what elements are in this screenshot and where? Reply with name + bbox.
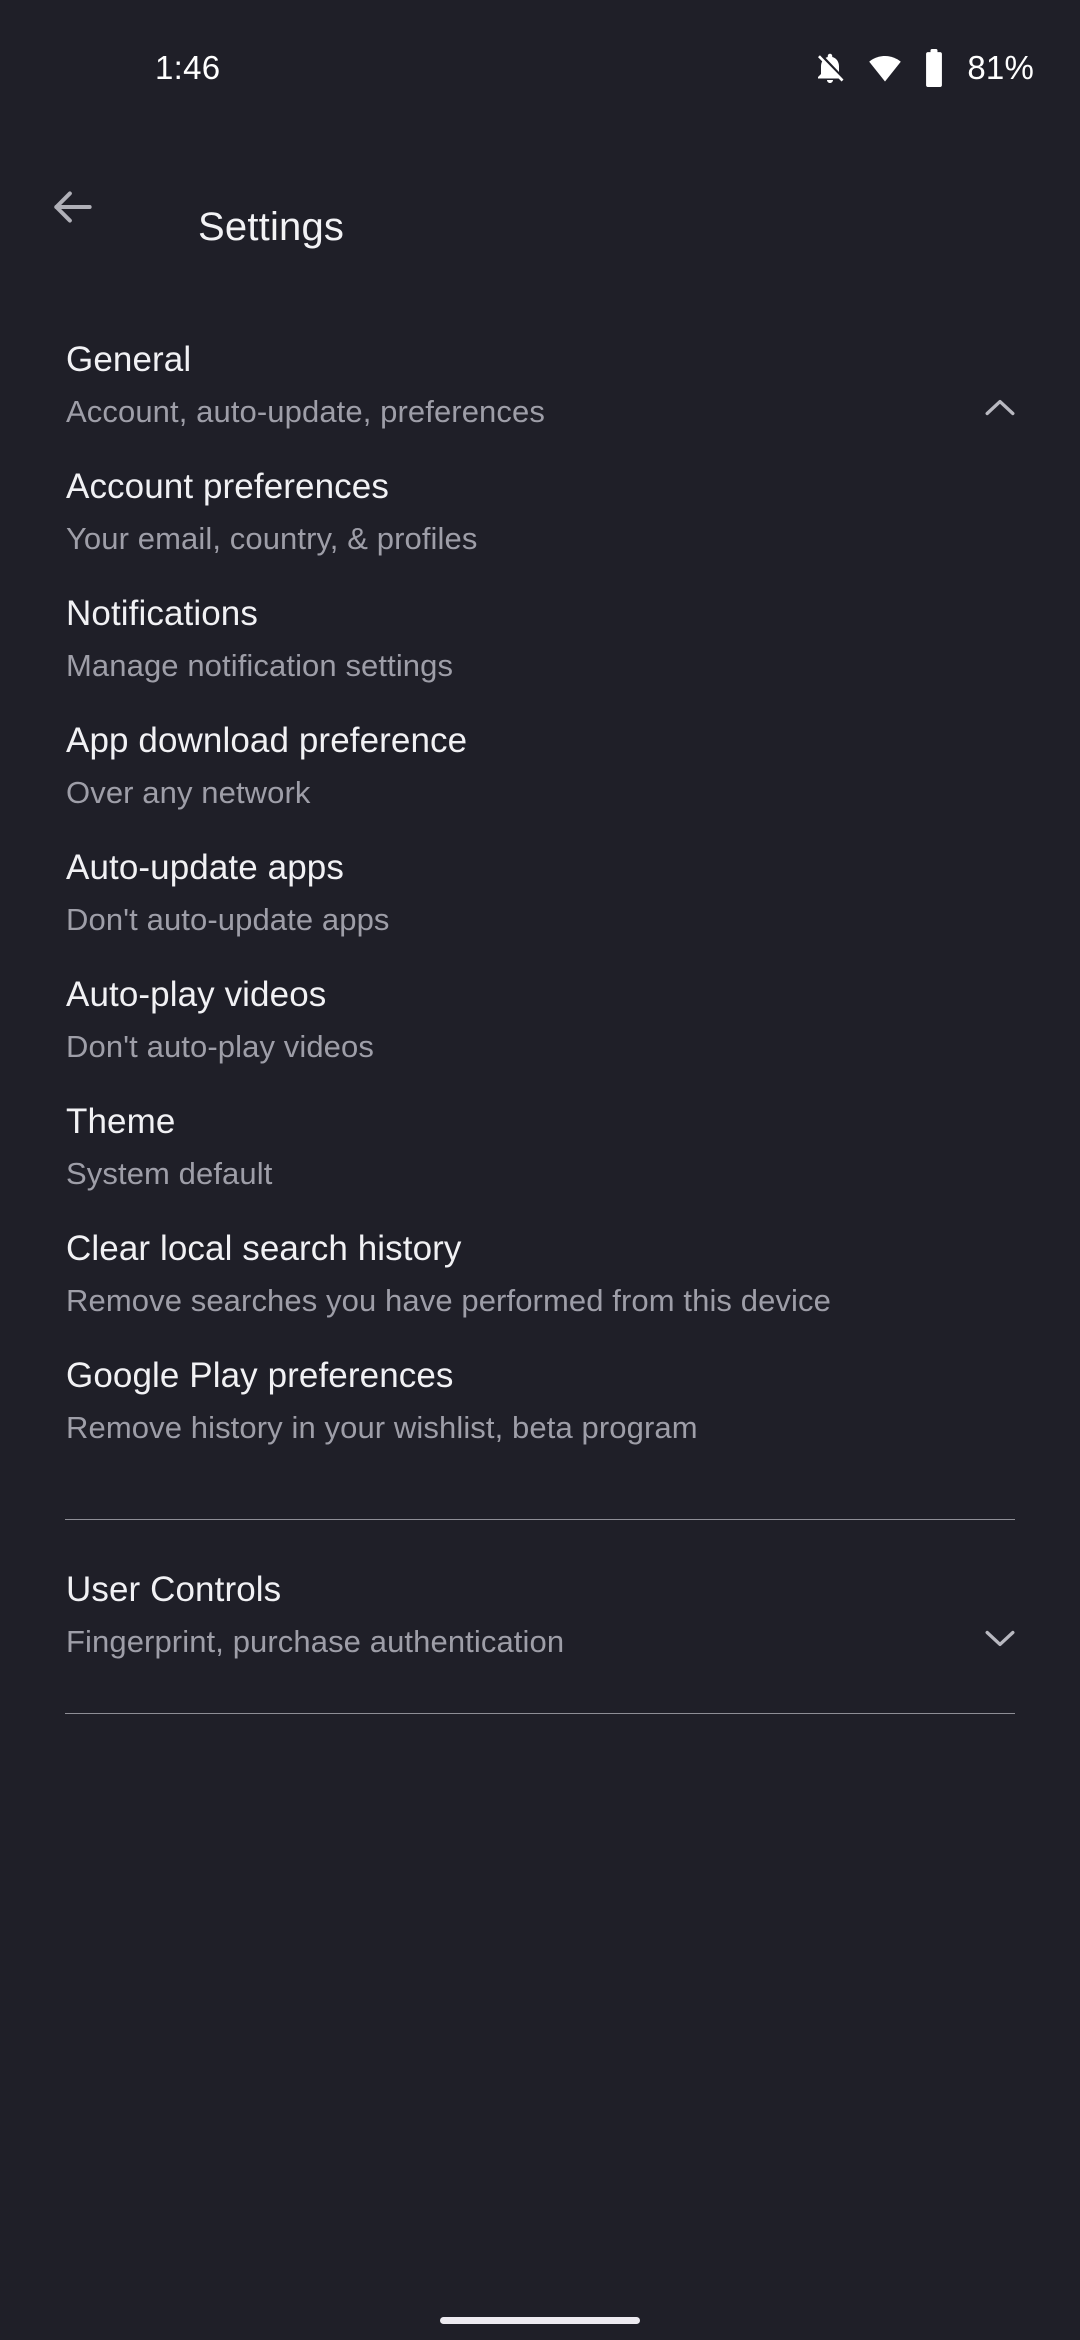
- list-item-subtitle: Manage notification settings: [66, 648, 454, 683]
- list-item-subtitle: Don't auto-update apps: [66, 902, 390, 937]
- list-item-subtitle: Don't auto-play videos: [66, 1029, 374, 1064]
- settings-list: General Account, auto-update, preference…: [0, 338, 1080, 1714]
- list-item-subtitle: System default: [66, 1156, 273, 1191]
- page-title: Settings: [198, 205, 345, 249]
- section-divider-top: [65, 1519, 1015, 1520]
- section-subtitle: Fingerprint, purchase authentication: [66, 1624, 565, 1659]
- back-arrow-icon: [48, 182, 98, 237]
- status-bar-clock: 1:46: [155, 49, 221, 86]
- list-item-title: Theme: [66, 1102, 176, 1141]
- battery-percent-label: 81%: [967, 49, 1034, 86]
- list-item-title: Account preferences: [66, 467, 389, 506]
- list-item-title: Clear local search history: [66, 1229, 462, 1268]
- section-divider-bottom: [65, 1713, 1015, 1714]
- list-item-theme[interactable]: Theme System default: [0, 1100, 1080, 1227]
- app-bar: Settings: [0, 160, 1080, 270]
- back-button[interactable]: [28, 164, 118, 254]
- section-title: User Controls: [66, 1570, 282, 1609]
- list-item-auto-update-apps[interactable]: Auto-update apps Don't auto-update apps: [0, 846, 1080, 973]
- list-item-title: App download preference: [66, 721, 468, 760]
- list-item-title: Google Play preferences: [66, 1356, 454, 1395]
- section-header-user-controls[interactable]: User Controls Fingerprint, purchase auth…: [0, 1568, 1080, 1695]
- list-item-subtitle: Over any network: [66, 775, 311, 810]
- status-bar: 1:46 81%: [0, 0, 1080, 118]
- section-subtitle: Account, auto-update, preferences: [66, 394, 545, 429]
- status-bar-icons: 81%: [812, 49, 1034, 87]
- list-item-google-play-preferences[interactable]: Google Play preferences Remove history i…: [0, 1354, 1080, 1481]
- list-item-account-preferences[interactable]: Account preferences Your email, country,…: [0, 465, 1080, 592]
- settings-screen: 1:46 81% Settings General Account, auto-…: [0, 0, 1080, 2340]
- list-item-title: Notifications: [66, 594, 258, 633]
- chevron-up-icon[interactable]: [972, 380, 1028, 436]
- notifications-off-icon: [812, 50, 848, 86]
- chevron-down-icon[interactable]: [972, 1610, 1028, 1666]
- list-item-subtitle: Remove history in your wishlist, beta pr…: [66, 1410, 698, 1445]
- battery-icon: [922, 49, 946, 87]
- section-title: General: [66, 340, 192, 379]
- list-item-subtitle: Remove searches you have performed from …: [66, 1283, 831, 1318]
- section-header-general[interactable]: General Account, auto-update, preference…: [0, 338, 1080, 465]
- list-item-title: Auto-play videos: [66, 975, 327, 1014]
- list-item-app-download-preference[interactable]: App download preference Over any network: [0, 719, 1080, 846]
- list-item-auto-play-videos[interactable]: Auto-play videos Don't auto-play videos: [0, 973, 1080, 1100]
- wifi-icon: [867, 50, 903, 86]
- gesture-navigation-bar[interactable]: [440, 2317, 640, 2324]
- list-item-title: Auto-update apps: [66, 848, 344, 887]
- list-item-clear-local-search-history[interactable]: Clear local search history Remove search…: [0, 1227, 1080, 1354]
- list-item-subtitle: Your email, country, & profiles: [66, 521, 478, 556]
- list-item-notifications[interactable]: Notifications Manage notification settin…: [0, 592, 1080, 719]
